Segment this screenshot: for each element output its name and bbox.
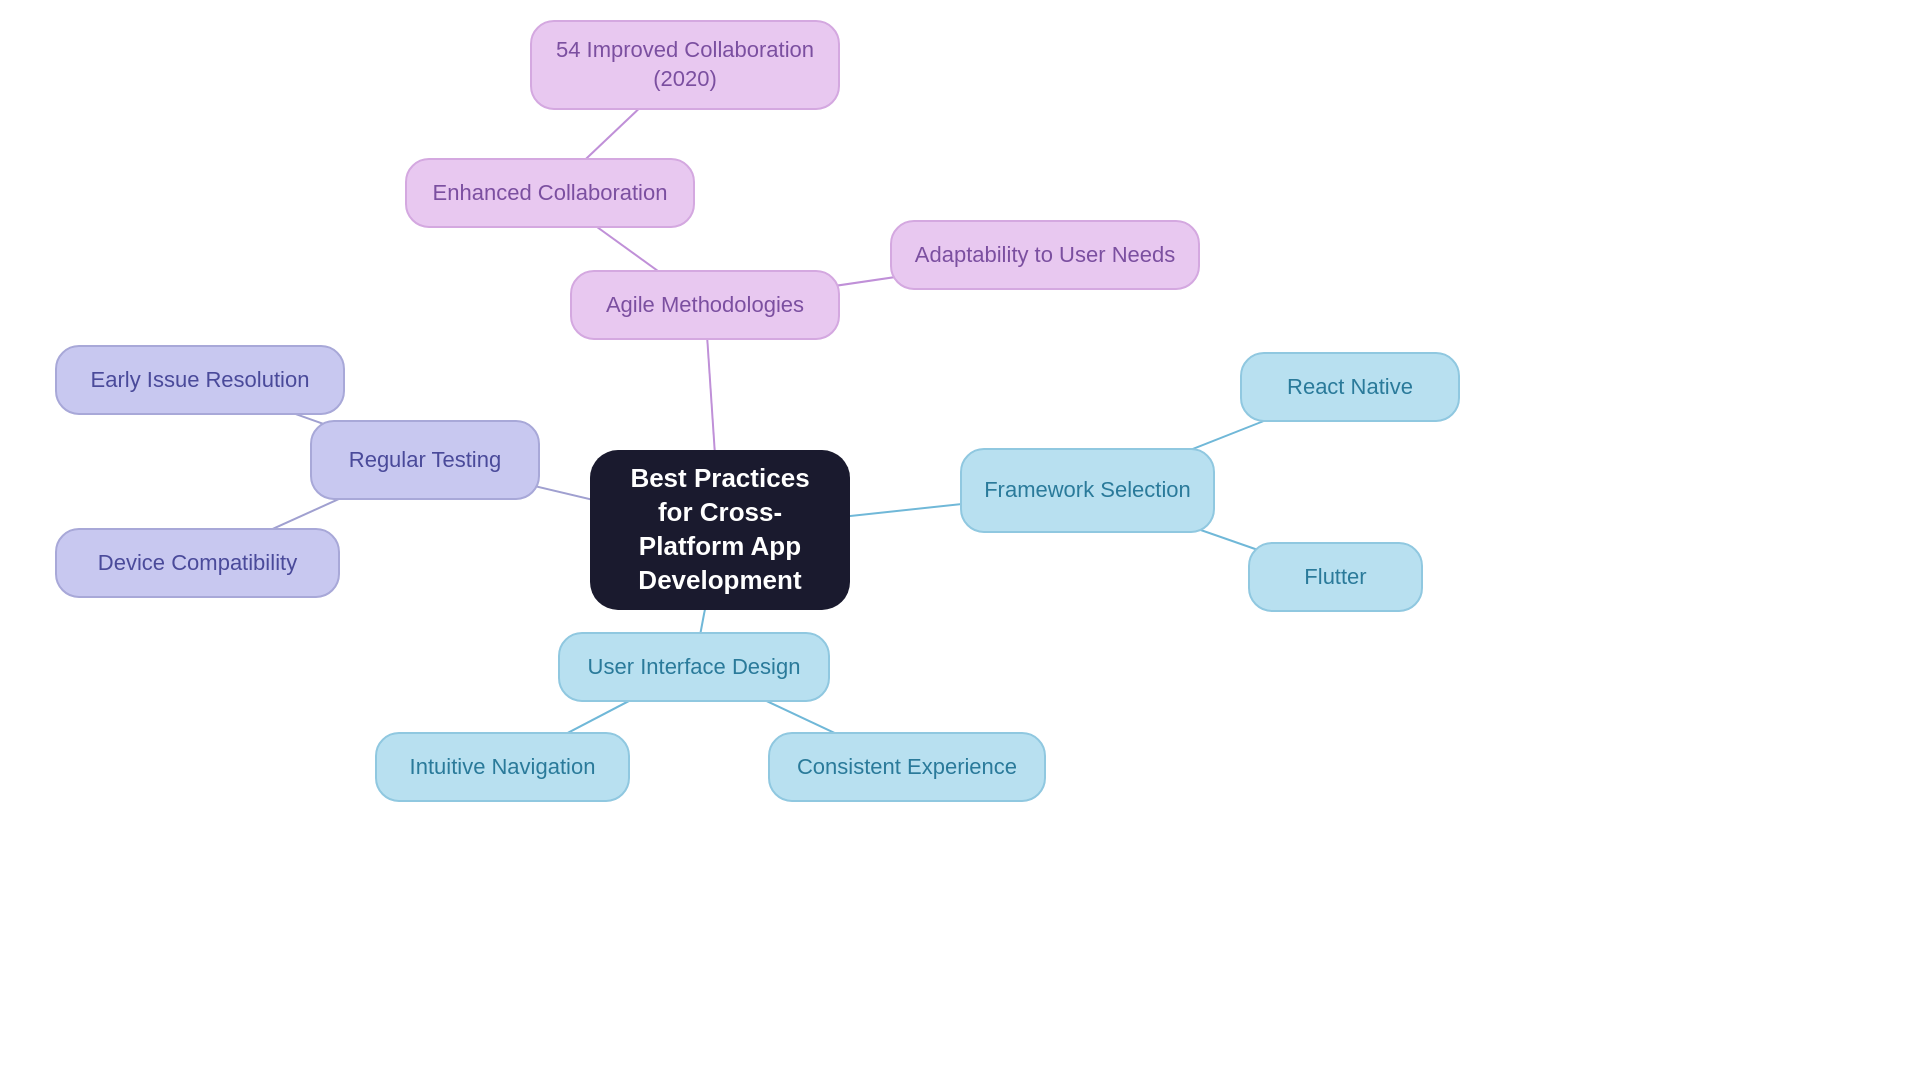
early-issue-label: Early Issue Resolution [91, 366, 310, 395]
intuitive-nav-node: Intuitive Navigation [375, 732, 630, 802]
regular-testing-label: Regular Testing [349, 446, 501, 475]
improved-collab-node: 54 Improved Collaboration (2020) [530, 20, 840, 110]
consistent-exp-node: Consistent Experience [768, 732, 1046, 802]
center-node: Best Practices for Cross-Platform App De… [590, 450, 850, 610]
device-compat-node: Device Compatibility [55, 528, 340, 598]
react-native-node: React Native [1240, 352, 1460, 422]
agile-node: Agile Methodologies [570, 270, 840, 340]
enhanced-collab-node: Enhanced Collaboration [405, 158, 695, 228]
ui-design-label: User Interface Design [588, 653, 801, 682]
device-compat-label: Device Compatibility [98, 549, 297, 578]
framework-node: Framework Selection [960, 448, 1215, 533]
flutter-node: Flutter [1248, 542, 1423, 612]
flutter-label: Flutter [1304, 563, 1366, 592]
ui-design-node: User Interface Design [558, 632, 830, 702]
intuitive-nav-label: Intuitive Navigation [410, 753, 596, 782]
adaptability-label: Adaptability to User Needs [915, 241, 1175, 270]
early-issue-node: Early Issue Resolution [55, 345, 345, 415]
adaptability-node: Adaptability to User Needs [890, 220, 1200, 290]
enhanced-collab-label: Enhanced Collaboration [433, 179, 668, 208]
react-native-label: React Native [1287, 373, 1413, 402]
improved-collab-label: 54 Improved Collaboration (2020) [552, 36, 818, 93]
agile-label: Agile Methodologies [606, 291, 804, 320]
regular-testing-node: Regular Testing [310, 420, 540, 500]
center-label: Best Practices for Cross-Platform App De… [610, 462, 830, 597]
consistent-exp-label: Consistent Experience [797, 753, 1017, 782]
framework-label: Framework Selection [984, 476, 1191, 505]
